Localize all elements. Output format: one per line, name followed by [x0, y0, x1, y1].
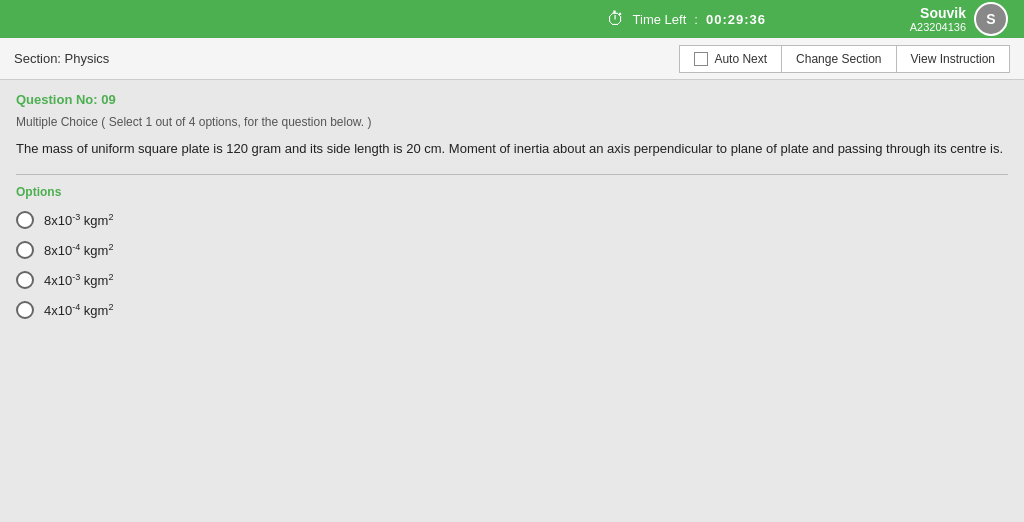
- main-content: Question No: 09 Multiple Choice ( Select…: [0, 80, 1024, 522]
- option-text-4: 4x10-4 kgm2: [44, 302, 113, 318]
- auto-next-button[interactable]: Auto Next: [679, 45, 782, 73]
- options-container: 8x10-3 kgm2 8x10-4 kgm2 4x10-3 kgm2 4x10-4 …: [16, 211, 1008, 319]
- question-type: Multiple Choice ( Select 1 out of 4 opti…: [16, 115, 1008, 129]
- question-number: Question No: 09: [16, 92, 1008, 107]
- change-section-button[interactable]: Change Section: [782, 45, 896, 73]
- option-item-4[interactable]: 4x10-4 kgm2: [16, 301, 1008, 319]
- divider: [16, 174, 1008, 175]
- radio-button-2[interactable]: [16, 241, 34, 259]
- user-name: Souvik: [910, 5, 966, 21]
- option-text-2: 8x10-4 kgm2: [44, 242, 113, 258]
- radio-button-4[interactable]: [16, 301, 34, 319]
- timer-separator: :: [694, 12, 698, 27]
- avatar: S: [974, 2, 1008, 36]
- timer-section: ⏱ Time Left : 00:29:36: [463, 9, 910, 30]
- timer-value: 00:29:36: [706, 12, 766, 27]
- user-id: A23204136: [910, 21, 966, 33]
- top-header: ⏱ Time Left : 00:29:36 Souvik A23204136 …: [0, 0, 1024, 38]
- view-instruction-button[interactable]: View Instruction: [897, 45, 1011, 73]
- section-label: Section: Physics: [14, 51, 109, 66]
- timer-label: Time Left: [633, 12, 687, 27]
- section-bar: Section: Physics Auto Next Change Sectio…: [0, 38, 1024, 80]
- auto-next-checkbox[interactable]: [694, 52, 708, 66]
- option-text-1: 8x10-3 kgm2: [44, 212, 113, 228]
- question-text: The mass of uniform square plate is 120 …: [16, 139, 1008, 160]
- user-section: Souvik A23204136 S: [910, 2, 1008, 36]
- option-text-3: 4x10-3 kgm2: [44, 272, 113, 288]
- options-label: Options: [16, 185, 1008, 199]
- option-item-1[interactable]: 8x10-3 kgm2: [16, 211, 1008, 229]
- auto-next-label: Auto Next: [714, 52, 767, 66]
- timer-icon: ⏱: [607, 9, 625, 30]
- radio-button-3[interactable]: [16, 271, 34, 289]
- radio-button-1[interactable]: [16, 211, 34, 229]
- option-item-3[interactable]: 4x10-3 kgm2: [16, 271, 1008, 289]
- section-actions: Auto Next Change Section View Instructio…: [679, 45, 1010, 73]
- option-item-2[interactable]: 8x10-4 kgm2: [16, 241, 1008, 259]
